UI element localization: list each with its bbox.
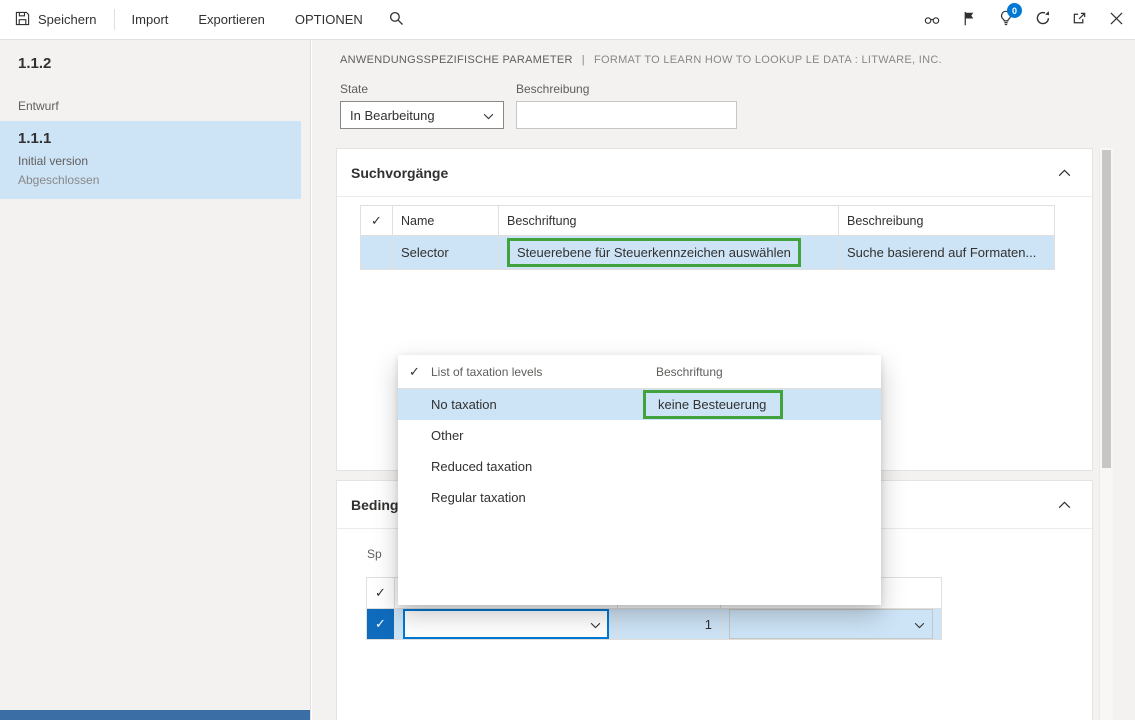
column-header-name[interactable]: Name	[393, 206, 499, 236]
highlight-box: keine Besteuerung	[643, 390, 783, 419]
popup-column-label[interactable]: Beschriftung	[656, 365, 881, 379]
draft-status-label: Entwurf	[18, 99, 59, 113]
chevron-down-icon	[483, 108, 494, 123]
close-icon	[1110, 12, 1123, 28]
version-sidebar: 1.1.2 Entwurf 1.1.1 Initial version Abge…	[0, 39, 311, 720]
flag-button[interactable]	[950, 0, 987, 39]
state-field: State In Bearbeitung	[340, 82, 504, 129]
popup-item-no-taxation[interactable]: No taxation keine Besteuerung	[398, 389, 881, 420]
condition-value-combobox[interactable]	[729, 609, 933, 639]
breadcrumb: ANWENDUNGSSPEZIFISCHE PARAMETER | FORMAT T…	[340, 54, 942, 66]
chevron-down-icon	[914, 617, 925, 632]
condition-combobox-cell	[395, 609, 618, 640]
version-number: 1.1.1	[18, 130, 52, 147]
app-window: Speichern Import Exportieren OPTIONEN 0 …	[0, 0, 1135, 720]
chevron-up-icon	[1058, 497, 1071, 512]
condition-line-number-cell[interactable]: 1	[618, 609, 721, 640]
popup-column-name[interactable]: List of taxation levels	[431, 365, 656, 379]
row-select-cell[interactable]	[361, 236, 393, 270]
refresh-icon	[1035, 10, 1051, 29]
state-label: State	[340, 82, 369, 96]
select-all-header-cell[interactable]: ✓	[367, 578, 395, 609]
refresh-button[interactable]	[1024, 0, 1061, 39]
chevron-down-icon	[590, 617, 601, 632]
scrollbar-thumb[interactable]	[1102, 150, 1111, 468]
options-button[interactable]: OPTIONEN	[280, 0, 378, 39]
state-dropdown[interactable]: In Bearbeitung	[340, 101, 504, 129]
save-icon	[15, 11, 30, 29]
lookups-collapse-button[interactable]	[1056, 161, 1073, 184]
save-button[interactable]: Speichern	[0, 0, 112, 39]
select-all-header-cell[interactable]: ✓	[361, 206, 393, 236]
popup-item-label: keine Besteuerung	[658, 397, 767, 412]
description-label: Beschreibung	[516, 82, 590, 96]
popup-item-label-cell: keine Besteuerung	[643, 390, 881, 419]
lookups-section-header: Suchvorgänge	[337, 149, 1092, 197]
main-content: ANWENDUNGSSPEZIFISCHE PARAMETER | FORMAT T…	[312, 39, 1135, 720]
popup-item-reduced-taxation[interactable]: Reduced taxation	[398, 451, 881, 482]
lookups-section-title: Suchvorgänge	[351, 164, 449, 181]
condition-combobox[interactable]	[403, 609, 609, 639]
toolbar-right: 0	[913, 0, 1135, 39]
vertical-scrollbar[interactable]	[1099, 148, 1113, 720]
row-selected-check-cell[interactable]: ✓	[367, 609, 395, 640]
condition-value-cell	[721, 609, 942, 640]
draft-version-label: 1.1.2	[18, 55, 52, 72]
condition-row[interactable]: ✓ 1	[367, 609, 942, 640]
notifications-button[interactable]: 0	[987, 0, 1024, 39]
notification-badge: 0	[1007, 3, 1022, 18]
description-input[interactable]	[516, 101, 737, 129]
checkmark-icon: ✓	[375, 585, 386, 600]
close-button[interactable]	[1098, 0, 1135, 39]
lookups-header-row: ✓ Name Beschriftung Beschreibung	[361, 206, 1055, 236]
conditions-collapse-button[interactable]	[1056, 493, 1073, 516]
sidebar-footer-bar	[0, 710, 310, 720]
visibility-button[interactable]	[913, 0, 950, 39]
popout-icon	[1072, 11, 1087, 29]
conditions-section-title: Beding	[351, 496, 399, 513]
conditions-sub-label: Sp	[367, 547, 382, 561]
description-field: Beschreibung	[516, 82, 737, 129]
breadcrumb-section: ANWENDUNGSSPEZIFISCHE PARAMETER	[340, 54, 573, 66]
popup-item-regular-taxation[interactable]: Regular taxation	[398, 482, 881, 513]
highlight-box: Steuerebene für Steuerkennzeichen auswäh…	[507, 238, 801, 267]
popup-item-other[interactable]: Other	[398, 420, 881, 451]
popup-item-name: Regular taxation	[431, 490, 526, 505]
toolbar-separator	[113, 9, 115, 30]
checkmark-icon: ✓	[409, 363, 420, 379]
popup-item-name: Other	[431, 428, 464, 443]
column-header-description[interactable]: Beschreibung	[839, 206, 1055, 236]
checkmark-icon: ✓	[375, 616, 386, 631]
version-status: Abgeschlossen	[18, 173, 100, 187]
column-header-label[interactable]: Beschriftung	[499, 206, 839, 236]
cell-lookup-label[interactable]: Steuerebene für Steuerkennzeichen auswäh…	[499, 236, 839, 270]
save-label: Speichern	[38, 12, 97, 27]
page-title: FORMAT TO LEARN HOW TO LOOKUP LE DATA : …	[593, 54, 942, 66]
popup-item-name: No taxation	[431, 397, 497, 412]
search-icon	[389, 11, 404, 29]
search-button[interactable]	[378, 0, 415, 39]
popup-header-row: ✓ List of taxation levels Beschriftung	[398, 355, 881, 389]
version-description: Initial version	[18, 154, 89, 168]
export-button[interactable]: Exportieren	[183, 0, 279, 39]
popup-item-name: Reduced taxation	[431, 459, 533, 474]
cell-lookup-name[interactable]: Selector	[393, 236, 499, 270]
cell-lookup-description[interactable]: Suche basierend auf Formaten...	[839, 236, 1055, 270]
import-button[interactable]: Import	[117, 0, 184, 39]
toolbar: Speichern Import Exportieren OPTIONEN 0	[0, 0, 1135, 40]
checkmark-icon: ✓	[371, 212, 382, 228]
table-row[interactable]: Selector Steuerebene für Steuerkennzeich…	[361, 236, 1055, 270]
breadcrumb-separator: |	[581, 54, 585, 66]
state-dropdown-value: In Bearbeitung	[350, 107, 435, 123]
chevron-up-icon	[1058, 165, 1071, 180]
lookup-label-text: Steuerebene für Steuerkennzeichen auswäh…	[517, 245, 791, 260]
flag-icon	[962, 11, 976, 29]
lookups-table: ✓ Name Beschriftung Beschreibung Selecto…	[360, 205, 1055, 270]
toolbar-left: Speichern Import Exportieren OPTIONEN	[0, 0, 415, 39]
lookup-value-popup: ✓ List of taxation levels Beschriftung N…	[398, 355, 881, 605]
glasses-icon	[923, 11, 941, 29]
version-list-item[interactable]: 1.1.1 Initial version Abgeschlossen	[0, 121, 301, 199]
popout-button[interactable]	[1061, 0, 1098, 39]
